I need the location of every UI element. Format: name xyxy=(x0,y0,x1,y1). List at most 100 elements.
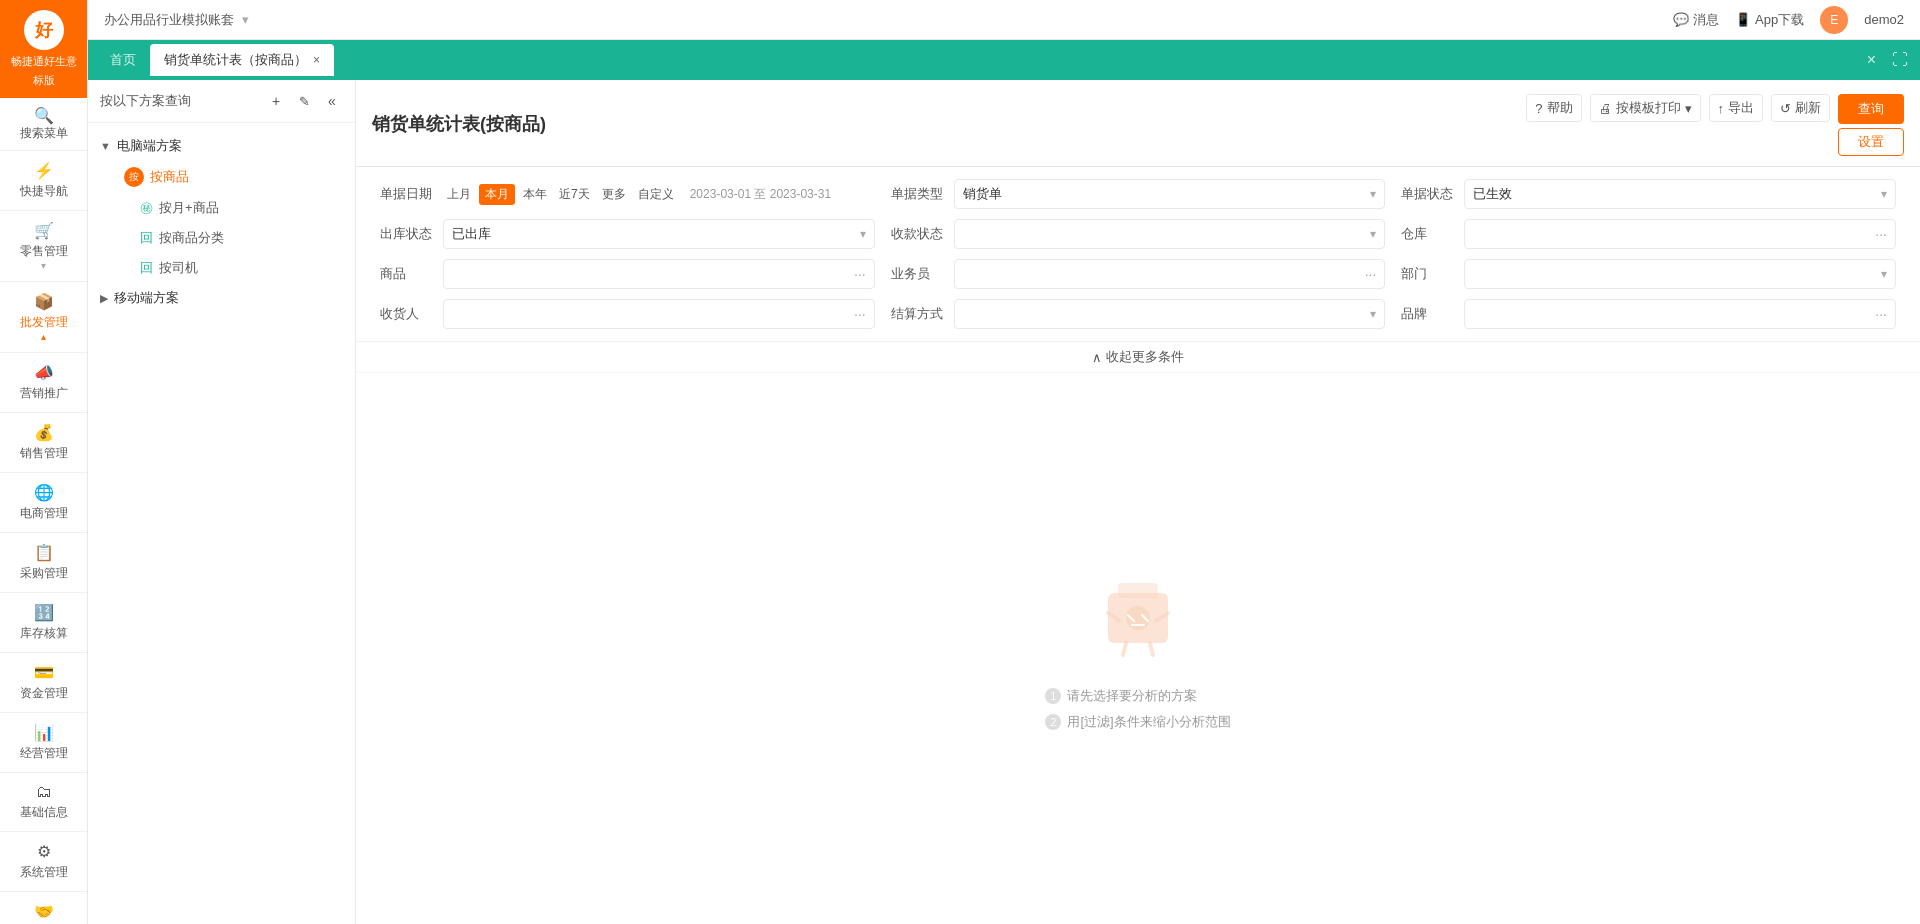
sidebar-search[interactable]: 🔍 搜索菜单 xyxy=(0,98,87,151)
warehouse-out-control[interactable]: 已出库 ▾ xyxy=(443,219,875,249)
warehouse-out-chevron[interactable]: ▾ xyxy=(860,227,866,241)
date-shortcut-last-month[interactable]: 上月 xyxy=(443,184,475,205)
warehouse-control[interactable]: ··· xyxy=(1464,219,1896,249)
sidebar-item-shortcut[interactable]: ⚡ 快捷导航 xyxy=(0,151,87,211)
sidebar-item-wholesale[interactable]: 📦 批发管理 ▴ xyxy=(0,282,87,353)
app-download-btn[interactable]: 📱 App下载 xyxy=(1735,11,1804,29)
brand-dots[interactable]: ··· xyxy=(1875,306,1887,322)
date-label: 单据日期 xyxy=(380,185,435,203)
sidebar-item-ecommerce[interactable]: 🌐 电商管理 xyxy=(0,473,87,533)
tab-fullscreen-btn[interactable]: ⛶ xyxy=(1888,49,1912,71)
arrow-down-icon: ▼ xyxy=(100,140,111,152)
collect-status-chevron[interactable]: ▾ xyxy=(1370,227,1376,241)
retail-label: 零售管理 xyxy=(20,243,68,260)
scheme-group-desktop-header[interactable]: ▼ 电脑端方案 xyxy=(88,131,355,161)
date-shortcut-custom[interactable]: 自定义 xyxy=(634,184,678,205)
sidebar-item-system[interactable]: ⚙ 系统管理 xyxy=(0,832,87,892)
empty-tip-row-2: 2 用[过滤]条件来缩小分析范围 xyxy=(1045,709,1230,735)
salesman-label: 业务员 xyxy=(891,265,946,283)
sidebar-item-basic[interactable]: 🗂 基础信息 xyxy=(0,773,87,832)
shortcut-label: 快捷导航 xyxy=(20,183,68,200)
doc-status-chevron[interactable]: ▾ xyxy=(1881,187,1887,201)
scheme-item-goods-category[interactable]: 回 按商品分类 xyxy=(88,223,355,253)
topbar-right: 💬 消息 📱 App下载 E demo2 xyxy=(1673,6,1904,34)
tab-close-all-btn[interactable]: × xyxy=(1863,49,1880,71)
sidebar-item-retail[interactable]: 🛒 零售管理 ▾ xyxy=(0,211,87,282)
refresh-btn[interactable]: ↺ 刷新 xyxy=(1771,94,1830,122)
sidebar-item-purchase[interactable]: 📋 采购管理 xyxy=(0,533,87,593)
sidebar-item-marketing[interactable]: 📣 营销推广 xyxy=(0,353,87,413)
collapse-label: 收起更多条件 xyxy=(1106,348,1184,366)
sidebar-item-finance[interactable]: 💳 资金管理 xyxy=(0,653,87,713)
sidebar-item-operations[interactable]: 📊 经营管理 xyxy=(0,713,87,773)
filter-salesman: 业务员 ··· xyxy=(883,259,1394,289)
finance-label: 资金管理 xyxy=(20,685,68,702)
doc-type-control[interactable]: 销货单 ▾ xyxy=(954,179,1386,209)
logo-icon: 好 xyxy=(24,10,64,50)
department-control[interactable]: ▾ xyxy=(1464,259,1896,289)
goods-control[interactable]: ··· xyxy=(443,259,875,289)
refresh-label: 刷新 xyxy=(1795,99,1821,117)
settlement-control[interactable]: ▾ xyxy=(954,299,1386,329)
salesman-control[interactable]: ··· xyxy=(954,259,1386,289)
settings-button[interactable]: 设置 xyxy=(1838,128,1904,156)
brand-control[interactable]: ··· xyxy=(1464,299,1896,329)
date-shortcut-more[interactable]: 更多 xyxy=(598,184,630,205)
salesman-dots[interactable]: ··· xyxy=(1365,266,1377,282)
date-shortcut-this-month[interactable]: 本月 xyxy=(479,184,515,205)
filter-brand: 品牌 ··· xyxy=(1393,299,1904,329)
consignee-dots[interactable]: ··· xyxy=(854,306,866,322)
app-logo[interactable]: 好 畅捷通好生意 标版 xyxy=(0,0,87,98)
print-dropdown-icon[interactable]: ▾ xyxy=(1685,101,1692,116)
industry-dropdown-icon[interactable]: ▾ xyxy=(242,12,249,27)
print-icon: 🖨 xyxy=(1599,101,1612,116)
tab-close-icon[interactable]: × xyxy=(313,53,320,67)
goods-dots[interactable]: ··· xyxy=(854,266,866,282)
purchase-icon: 📋 xyxy=(34,543,54,562)
settlement-chevron[interactable]: ▾ xyxy=(1370,307,1376,321)
tab-home-label: 首页 xyxy=(110,51,136,69)
help-icon: ? xyxy=(1535,101,1542,116)
warehouse-dots[interactable]: ··· xyxy=(1875,226,1887,242)
query-button[interactable]: 查询 xyxy=(1838,94,1904,124)
right-panel: 销货单统计表(按商品) ? 帮助 🖨 按模板打印 ▾ xyxy=(356,80,1920,924)
date-shortcut-7days[interactable]: 近7天 xyxy=(555,184,594,205)
collapse-bar[interactable]: ∧ 收起更多条件 xyxy=(356,341,1920,372)
doc-type-label: 单据类型 xyxy=(891,185,946,203)
warehouse-label: 仓库 xyxy=(1401,225,1456,243)
date-shortcut-this-year[interactable]: 本年 xyxy=(519,184,551,205)
message-btn[interactable]: 💬 消息 xyxy=(1673,11,1719,29)
page-right-actions: ? 帮助 🖨 按模板打印 ▾ ↑ 导出 xyxy=(1526,92,1904,156)
tab-home[interactable]: 首页 xyxy=(96,44,150,76)
export-btn[interactable]: ↑ 导出 xyxy=(1709,94,1764,122)
doc-status-control[interactable]: 已生效 ▾ xyxy=(1464,179,1896,209)
sidebar-item-inventory[interactable]: 🔢 库存核算 xyxy=(0,593,87,653)
scheme-group-mobile-header[interactable]: ▶ 移动端方案 xyxy=(88,283,355,313)
empty-tip-2: 用[过滤]条件来缩小分析范围 xyxy=(1067,709,1230,735)
sidebar-item-enterprise[interactable]: 🤝 企业协同 xyxy=(0,892,87,924)
department-chevron[interactable]: ▾ xyxy=(1881,267,1887,281)
tabbar: 首页 销货单统计表（按商品） × × ⛶ xyxy=(88,40,1920,80)
scheme-item-driver[interactable]: 回 按司机 xyxy=(88,253,355,283)
scheme-item-by-goods[interactable]: 按 按商品 xyxy=(88,161,355,193)
print-btn[interactable]: 🖨 按模板打印 ▾ xyxy=(1590,94,1701,122)
help-btn[interactable]: ? 帮助 xyxy=(1526,94,1581,122)
scheme-add-btn[interactable]: + xyxy=(265,90,287,112)
doc-type-chevron[interactable]: ▾ xyxy=(1370,187,1376,201)
operations-label: 经营管理 xyxy=(20,745,68,762)
content-area: 按以下方案查询 + ✎ « ▼ xyxy=(88,80,1920,924)
search-label: 搜索菜单 xyxy=(20,125,68,142)
scheme-item-month-goods[interactable]: ㊙ 按月+商品 xyxy=(88,193,355,223)
tab-active[interactable]: 销货单统计表（按商品） × xyxy=(150,44,334,76)
filter-doc-status: 单据状态 已生效 ▾ xyxy=(1393,179,1904,209)
scheme-sub-icon-3: 回 xyxy=(140,259,153,277)
consignee-control[interactable]: ··· xyxy=(443,299,875,329)
message-label: 消息 xyxy=(1693,11,1719,29)
scheme-list: ▼ 电脑端方案 按 按商品 ㊙ 按月+商品 回 按商品分类 xyxy=(88,123,355,321)
scheme-collapse-btn[interactable]: « xyxy=(321,90,343,112)
avatar[interactable]: E xyxy=(1820,6,1848,34)
sidebar-item-sales[interactable]: 💰 销售管理 xyxy=(0,413,87,473)
scheme-edit-btn[interactable]: ✎ xyxy=(293,90,315,112)
collect-status-control[interactable]: ▾ xyxy=(954,219,1386,249)
scheme-item-goods-category-label: 按商品分类 xyxy=(159,229,224,247)
